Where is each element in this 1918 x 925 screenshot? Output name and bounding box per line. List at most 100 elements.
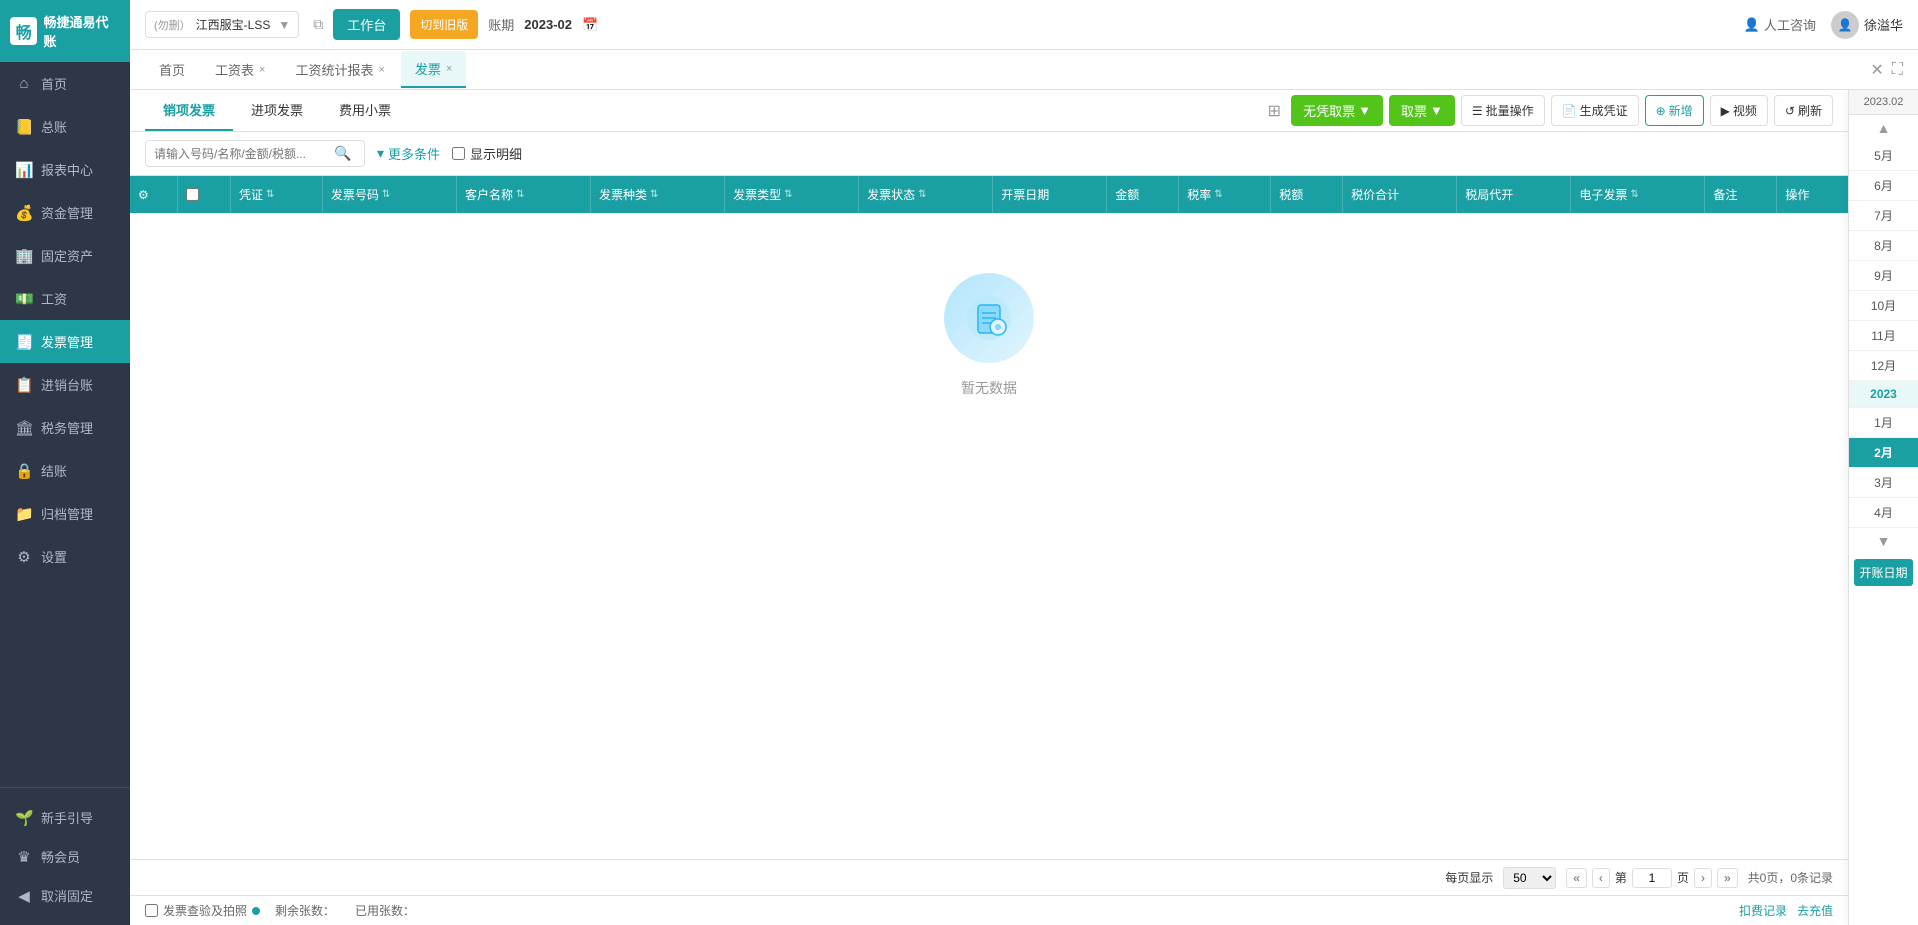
th-tax-rate[interactable]: 税率 ⇅	[1179, 176, 1271, 213]
date-scroll-down[interactable]: ▼	[1849, 528, 1918, 554]
workspace-button[interactable]: 工作台	[333, 9, 400, 40]
tab-payroll-stats-close[interactable]: ×	[378, 64, 384, 76]
tab-invoice-close[interactable]: ×	[446, 63, 452, 75]
th-invoice-no[interactable]: 发票号码 ⇅	[322, 176, 456, 213]
date-month-2022-06[interactable]: 6月	[1849, 171, 1918, 201]
refresh-button[interactable]: ↺ 刷新	[1774, 95, 1833, 126]
sidebar-item-member[interactable]: ♛ 畅会员	[0, 837, 130, 876]
sidebar-item-home[interactable]: ⌂ 首页	[0, 62, 130, 105]
sidebar-item-archive[interactable]: 📁 归档管理	[0, 492, 130, 535]
page-label: 第	[1615, 869, 1627, 886]
tab-invoice[interactable]: 发票 ×	[401, 51, 466, 88]
th-customer[interactable]: 客户名称 ⇅	[456, 176, 590, 213]
tab-home[interactable]: 首页	[145, 52, 199, 87]
no-voucher-button[interactable]: 无凭取票 ▼	[1291, 95, 1383, 126]
video-button[interactable]: ▶ 视频	[1710, 95, 1768, 126]
support-button[interactable]: 👤 人工咨询	[1744, 15, 1816, 34]
page-size-select[interactable]: 50 20 100	[1503, 867, 1556, 889]
user-info[interactable]: 👤 徐溢华	[1831, 11, 1903, 39]
th-checkbox[interactable]	[178, 176, 231, 213]
used-label: 已用张数：	[355, 902, 415, 919]
copy-button[interactable]: ⧉	[313, 16, 323, 33]
sidebar-item-reports[interactable]: 📊 报表中心	[0, 148, 130, 191]
open-period-button[interactable]: 开账日期	[1854, 559, 1913, 586]
subtab-sales[interactable]: 销项发票	[145, 90, 233, 131]
sidebar-item-ledger[interactable]: 📒 总账	[0, 105, 130, 148]
period-calendar-icon[interactable]: 📅	[582, 17, 598, 33]
sidebar-item-assets[interactable]: 🏢 固定资产	[0, 234, 130, 277]
date-month-2023-03[interactable]: 3月	[1849, 468, 1918, 498]
th-e-invoice[interactable]: 电子发票 ⇅	[1571, 176, 1705, 213]
sidebar-item-guide[interactable]: 🌱 新手引导	[0, 798, 130, 837]
invoice-check-checkbox[interactable]	[145, 904, 158, 917]
generate-voucher-button[interactable]: 📄 生成凭证	[1551, 95, 1639, 126]
next-page-button[interactable]: ›	[1694, 868, 1712, 888]
date-month-2022-08[interactable]: 8月	[1849, 231, 1918, 261]
tab-payroll-label: 工资表	[215, 60, 254, 79]
refresh-icon: ↺	[1785, 104, 1795, 118]
sidebar-item-payroll[interactable]: 💵 工资	[0, 277, 130, 320]
grid-view-icon[interactable]: ⊞	[1264, 97, 1285, 125]
date-month-2023-02[interactable]: 2月	[1849, 438, 1918, 468]
company-selector[interactable]: (勿删） 江西服宝-LSS ▼	[145, 11, 299, 38]
page-input[interactable]	[1632, 868, 1672, 888]
voucher-button[interactable]: 取票 ▼	[1389, 95, 1455, 126]
sidebar-item-tax[interactable]: 🏛 税务管理	[0, 406, 130, 449]
status-dot	[252, 907, 260, 915]
tab-payroll[interactable]: 工资表 ×	[201, 52, 279, 87]
sidebar-item-label: 进销台账	[41, 375, 93, 394]
date-month-2023-04[interactable]: 4月	[1849, 498, 1918, 528]
batch-op-button[interactable]: ☰ 批量操作	[1461, 95, 1545, 126]
date-month-2022-10[interactable]: 10月	[1849, 291, 1918, 321]
th-amount[interactable]: 金额	[1107, 176, 1179, 213]
first-page-button[interactable]: «	[1566, 868, 1587, 888]
deduction-records-link[interactable]: 扣费记录	[1739, 902, 1787, 919]
date-month-2022-12[interactable]: 12月	[1849, 351, 1918, 381]
sidebar-item-collapse[interactable]: ◀ 取消固定	[0, 876, 130, 915]
th-invoice-category[interactable]: 发票类型 ⇅	[725, 176, 859, 213]
switch-version-button[interactable]: 切到旧版	[410, 10, 478, 39]
th-settings[interactable]: ⚙	[130, 176, 178, 213]
more-filter-button[interactable]: ▾ 更多条件	[377, 144, 440, 163]
subtab-expense[interactable]: 费用小票	[321, 90, 409, 131]
tab-payroll-stats[interactable]: 工资统计报表 ×	[281, 52, 398, 87]
status-bar: 发票查验及拍照 剩余张数： 已用张数： 扣费记录 去充值	[130, 895, 1848, 925]
date-scroll-up[interactable]: ▲	[1849, 115, 1918, 141]
sidebar-item-close[interactable]: 🔒 结账	[0, 449, 130, 492]
sidebar-item-sales[interactable]: 📋 进销台账	[0, 363, 130, 406]
th-tax-code[interactable]: 税局代开	[1457, 176, 1571, 213]
sidebar-item-funds[interactable]: 💰 资金管理	[0, 191, 130, 234]
th-action[interactable]: 操作	[1777, 176, 1848, 213]
date-month-2022-09[interactable]: 9月	[1849, 261, 1918, 291]
new-button[interactable]: ⊕ 新增	[1645, 95, 1704, 126]
last-page-button[interactable]: »	[1717, 868, 1738, 888]
window-maximize-button[interactable]: ⛶	[1892, 61, 1903, 79]
sidebar-item-settings[interactable]: ⚙ 设置	[0, 535, 130, 578]
window-close-button[interactable]: ✕	[1870, 60, 1883, 80]
th-voucher[interactable]: 凭证 ⇅	[230, 176, 322, 213]
date-month-2022-07[interactable]: 7月	[1849, 201, 1918, 231]
subtab-purchase[interactable]: 进项发票	[233, 90, 321, 131]
search-input[interactable]	[154, 147, 334, 161]
pagination-buttons: « ‹ 第 页 › »	[1566, 868, 1737, 888]
show-detail-checkbox-label[interactable]: 显示明细	[452, 144, 522, 163]
date-month-2023-01[interactable]: 1月	[1849, 408, 1918, 438]
show-detail-checkbox[interactable]	[452, 147, 465, 160]
sidebar-item-invoice[interactable]: 🧾 发票管理	[0, 320, 130, 363]
select-all-checkbox[interactable]	[186, 188, 199, 201]
tab-payroll-close[interactable]: ×	[259, 64, 265, 76]
sidebar-item-label: 资金管理	[41, 203, 93, 222]
th-invoice-type[interactable]: 发票种类 ⇅	[591, 176, 725, 213]
th-issue-date[interactable]: 开票日期	[993, 176, 1107, 213]
th-invoice-status[interactable]: 发票状态 ⇅	[859, 176, 993, 213]
search-icon[interactable]: 🔍	[334, 145, 351, 162]
topbar-right: 👤 人工咨询 👤 徐溢华	[1744, 11, 1903, 39]
th-remark[interactable]: 备注	[1705, 176, 1777, 213]
date-month-2022-11[interactable]: 11月	[1849, 321, 1918, 351]
recharge-link[interactable]: 去充值	[1797, 902, 1833, 919]
content-wrapper: 2023.02 ▲ 5月 6月 7月 8月 9月 10月 11月 12月 202…	[130, 90, 1918, 925]
th-tax-total[interactable]: 税价合计	[1343, 176, 1457, 213]
th-tax[interactable]: 税额	[1271, 176, 1343, 213]
prev-page-button[interactable]: ‹	[1592, 868, 1610, 888]
date-month-2022-05[interactable]: 5月	[1849, 141, 1918, 171]
